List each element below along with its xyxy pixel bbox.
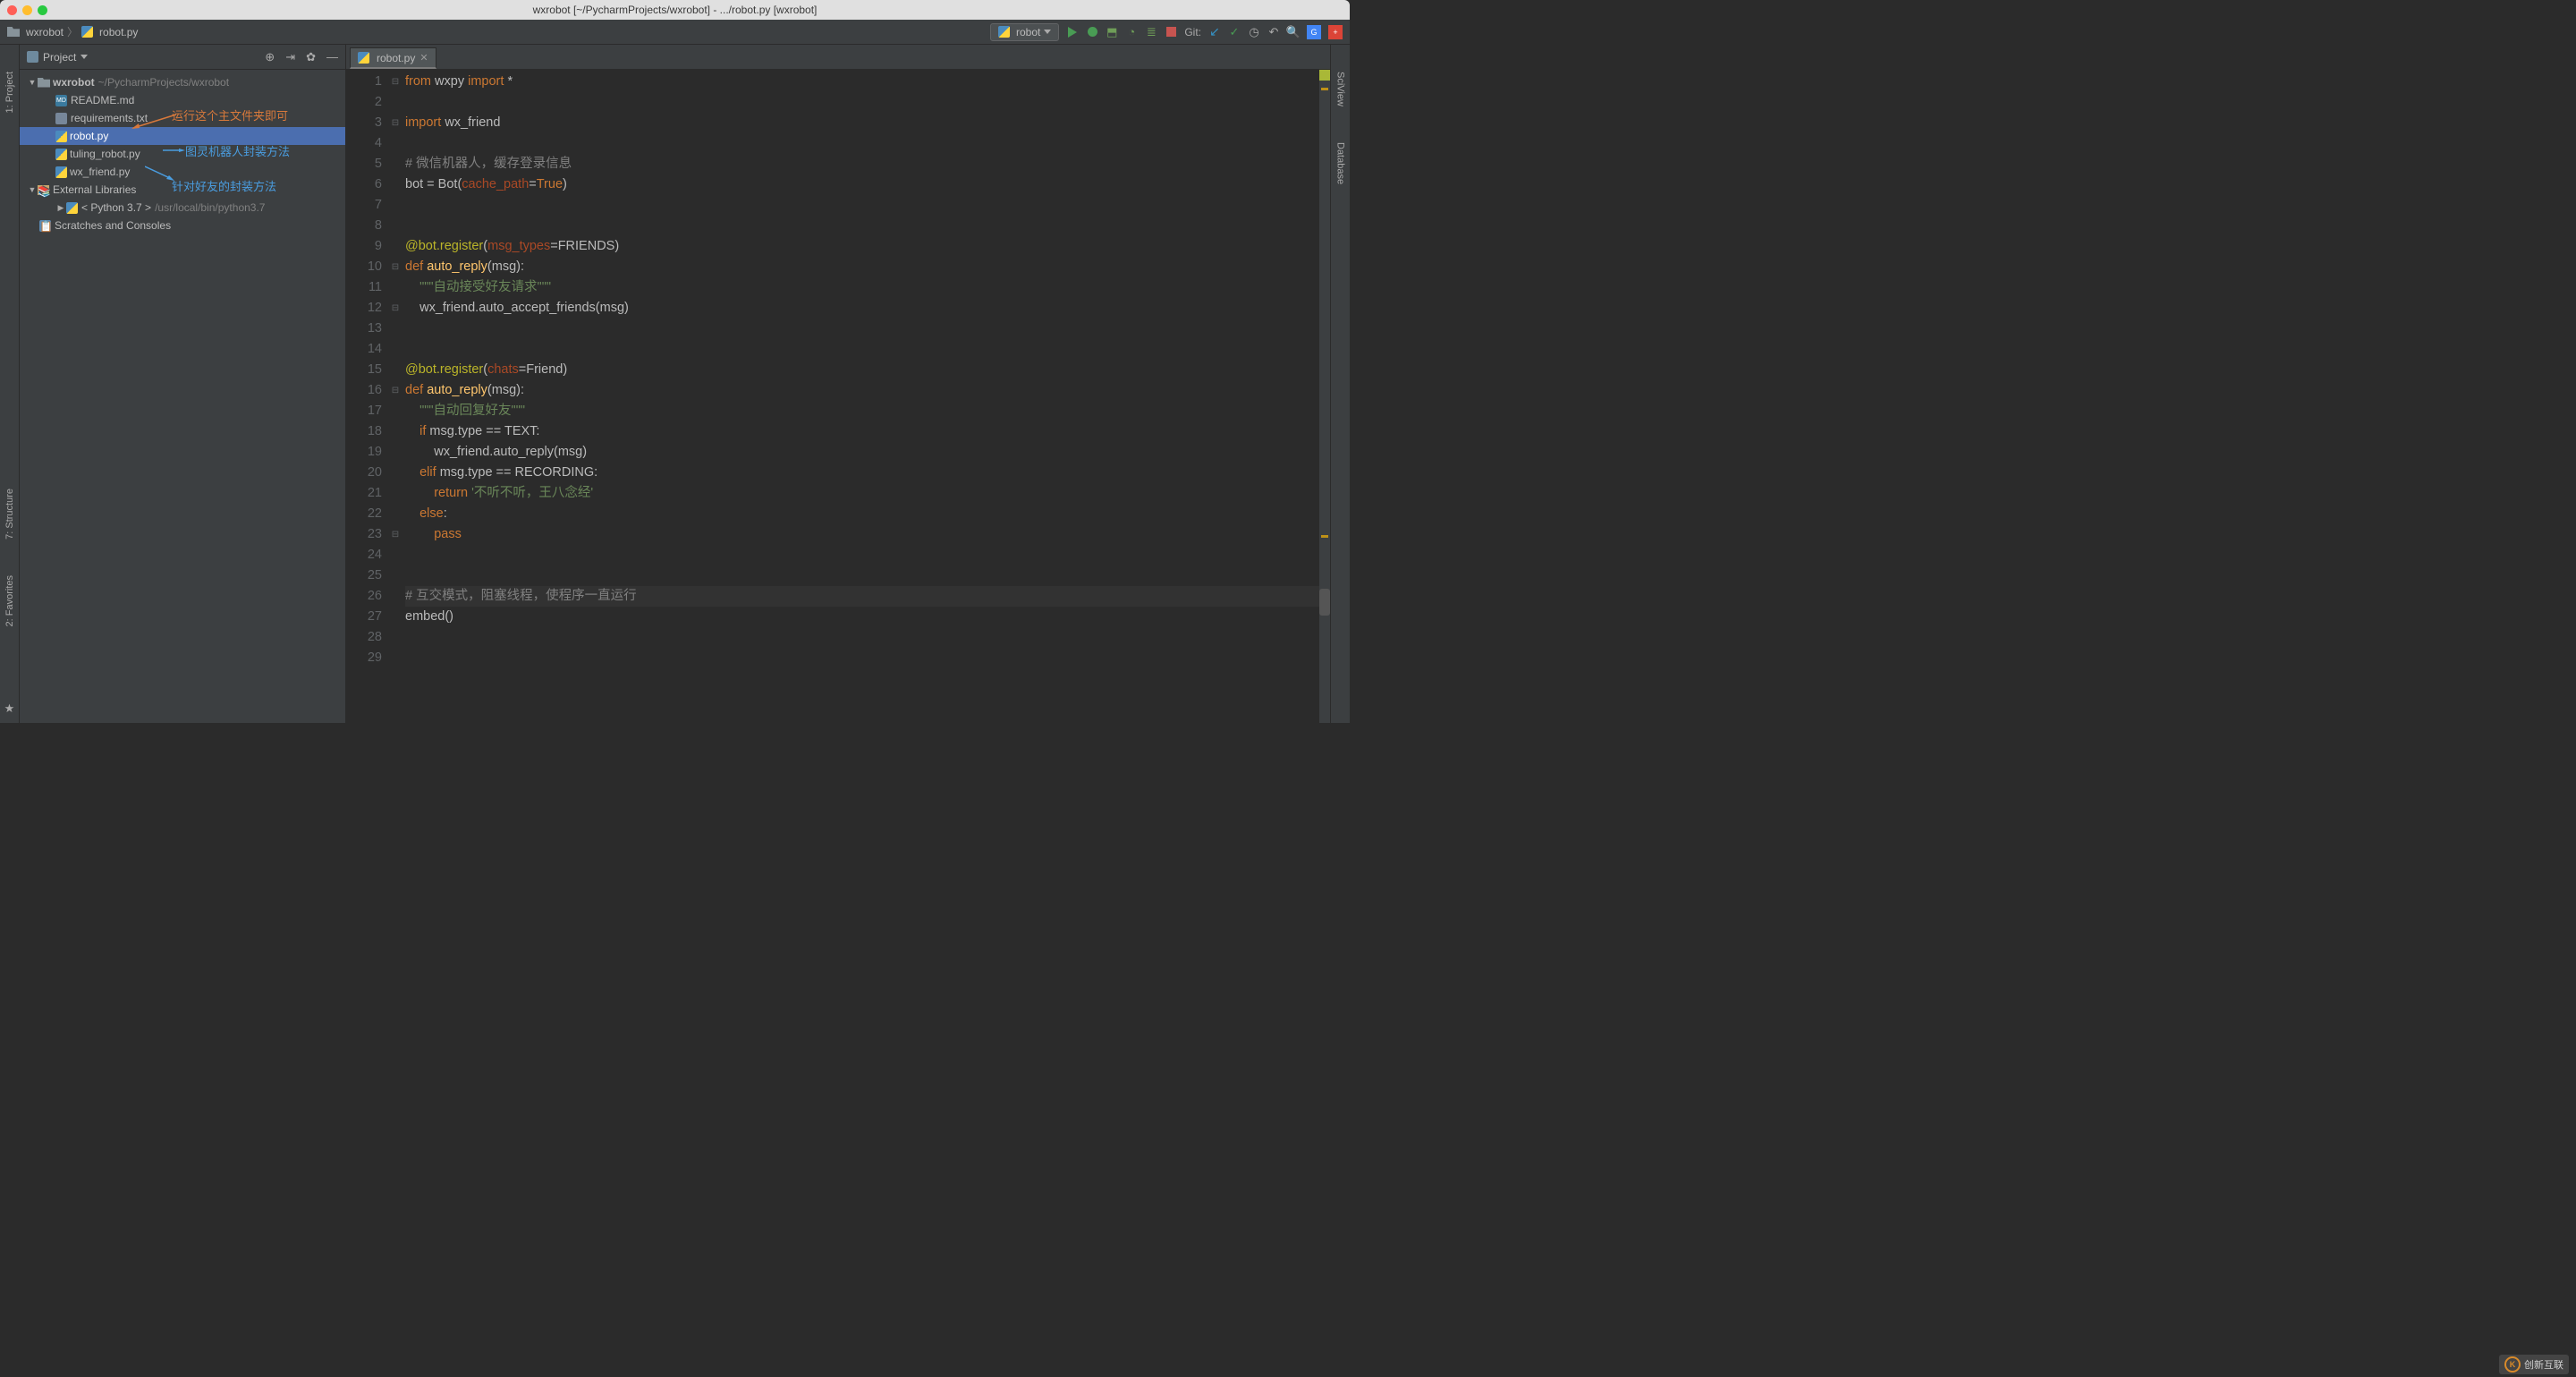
locate-icon[interactable]: ⊕	[265, 50, 275, 64]
concurrency-button[interactable]: ≣	[1145, 26, 1157, 38]
watermark-logo-icon: K	[2504, 1356, 2521, 1373]
close-window-button[interactable]	[7, 5, 17, 15]
run-configuration-select[interactable]: robot	[990, 23, 1059, 41]
debug-button[interactable]	[1086, 26, 1098, 38]
coverage-button[interactable]: ⬒	[1106, 26, 1118, 38]
tree-project-root[interactable]: ▼ wxrobot ~/PycharmProjects/wxrobot	[20, 73, 345, 91]
profile-button[interactable]: ◔	[1125, 26, 1138, 38]
tree-external-libs[interactable]: ▼ 📚 External Libraries	[20, 181, 345, 199]
titlebar: wxrobot [~/PycharmProjects/wxrobot] - ..…	[0, 0, 1350, 20]
vcs-history-button[interactable]: ◷	[1248, 26, 1260, 38]
plugin-icon-2[interactable]: +	[1328, 25, 1343, 39]
hide-icon[interactable]: —	[326, 50, 338, 64]
tree-file-readme[interactable]: MD README.md	[20, 91, 345, 109]
tree-scratches[interactable]: 📋 Scratches and Consoles	[20, 217, 345, 234]
navigation-bar: wxrobot 〉 robot.py robot ⬒ ◔ ≣ Git: ↙ ✓ …	[0, 20, 1350, 45]
python-file-icon	[81, 26, 93, 38]
vcs-revert-button[interactable]: ↶	[1267, 26, 1280, 38]
tree-file-robot[interactable]: robot.py	[20, 127, 345, 145]
folder-icon	[7, 27, 20, 37]
structure-tool-button[interactable]: 7: Structure	[4, 489, 15, 540]
zoom-window-button[interactable]	[38, 5, 47, 15]
code-content[interactable]: from wxpy import * import wx_friend # 微信…	[402, 70, 1319, 723]
stop-button[interactable]	[1165, 26, 1177, 38]
project-view-icon	[27, 51, 38, 63]
editor-marker-bar[interactable]	[1319, 70, 1330, 723]
sciview-tool-button[interactable]: SciView	[1335, 72, 1346, 106]
line-numbers: 1234567891011121314151617181920212223242…	[346, 70, 389, 723]
tab-robot[interactable]: robot.py ✕	[350, 47, 436, 69]
scrollbar-thumb[interactable]	[1319, 589, 1330, 616]
tree-python-sdk[interactable]: ▶ < Python 3.7 > /usr/local/bin/python3.…	[20, 199, 345, 217]
tree-file-requirements[interactable]: requirements.txt	[20, 109, 345, 127]
vcs-update-button[interactable]: ↙	[1208, 26, 1221, 38]
tree-file-tuling[interactable]: tuling_robot.py	[20, 145, 345, 163]
editor-tabs: robot.py ✕	[346, 45, 1330, 70]
breadcrumb[interactable]: wxrobot 〉 robot.py	[7, 24, 138, 39]
favorites-tool-button[interactable]: 2: Favorites	[4, 575, 15, 626]
settings-icon[interactable]: ✿	[306, 50, 316, 64]
run-button[interactable]	[1066, 26, 1079, 38]
python-file-icon	[358, 52, 369, 64]
star-icon: ★	[4, 701, 15, 716]
panel-title: Project	[43, 51, 76, 64]
window-title: wxrobot [~/PycharmProjects/wxrobot] - ..…	[533, 4, 818, 16]
python-icon	[998, 26, 1010, 38]
chevron-down-icon[interactable]	[80, 55, 88, 59]
vcs-commit-button[interactable]: ✓	[1228, 26, 1241, 38]
database-tool-button[interactable]: Database	[1335, 142, 1346, 184]
collapse-icon[interactable]: ⇥	[285, 50, 295, 64]
chevron-down-icon	[1044, 30, 1051, 34]
tree-file-wxfriend[interactable]: wx_friend.py	[20, 163, 345, 181]
watermark: K 创新互联	[2499, 1355, 2569, 1374]
search-button[interactable]: 🔍	[1287, 26, 1300, 38]
left-tool-stripe: 1: Project 7: Structure 2: Favorites ★	[0, 45, 20, 723]
plugin-icon-1[interactable]: G	[1307, 25, 1321, 39]
minimize-window-button[interactable]	[22, 5, 32, 15]
right-tool-stripe: SciView Database	[1330, 45, 1350, 723]
fold-gutter[interactable]: ⊟⊟⊟⊟⊟⊟	[389, 70, 402, 723]
project-tool-button[interactable]: 1: Project	[4, 72, 15, 113]
close-icon[interactable]: ✕	[419, 52, 428, 64]
code-editor[interactable]: 1234567891011121314151617181920212223242…	[346, 70, 1330, 723]
project-panel: Project ⊕ ⇥ ✿ — ▼ wxrobot ~/PycharmProje…	[20, 45, 346, 723]
inspection-status-icon	[1319, 70, 1330, 81]
git-label: Git:	[1184, 26, 1201, 38]
project-tree[interactable]: ▼ wxrobot ~/PycharmProjects/wxrobot MD R…	[20, 70, 345, 723]
